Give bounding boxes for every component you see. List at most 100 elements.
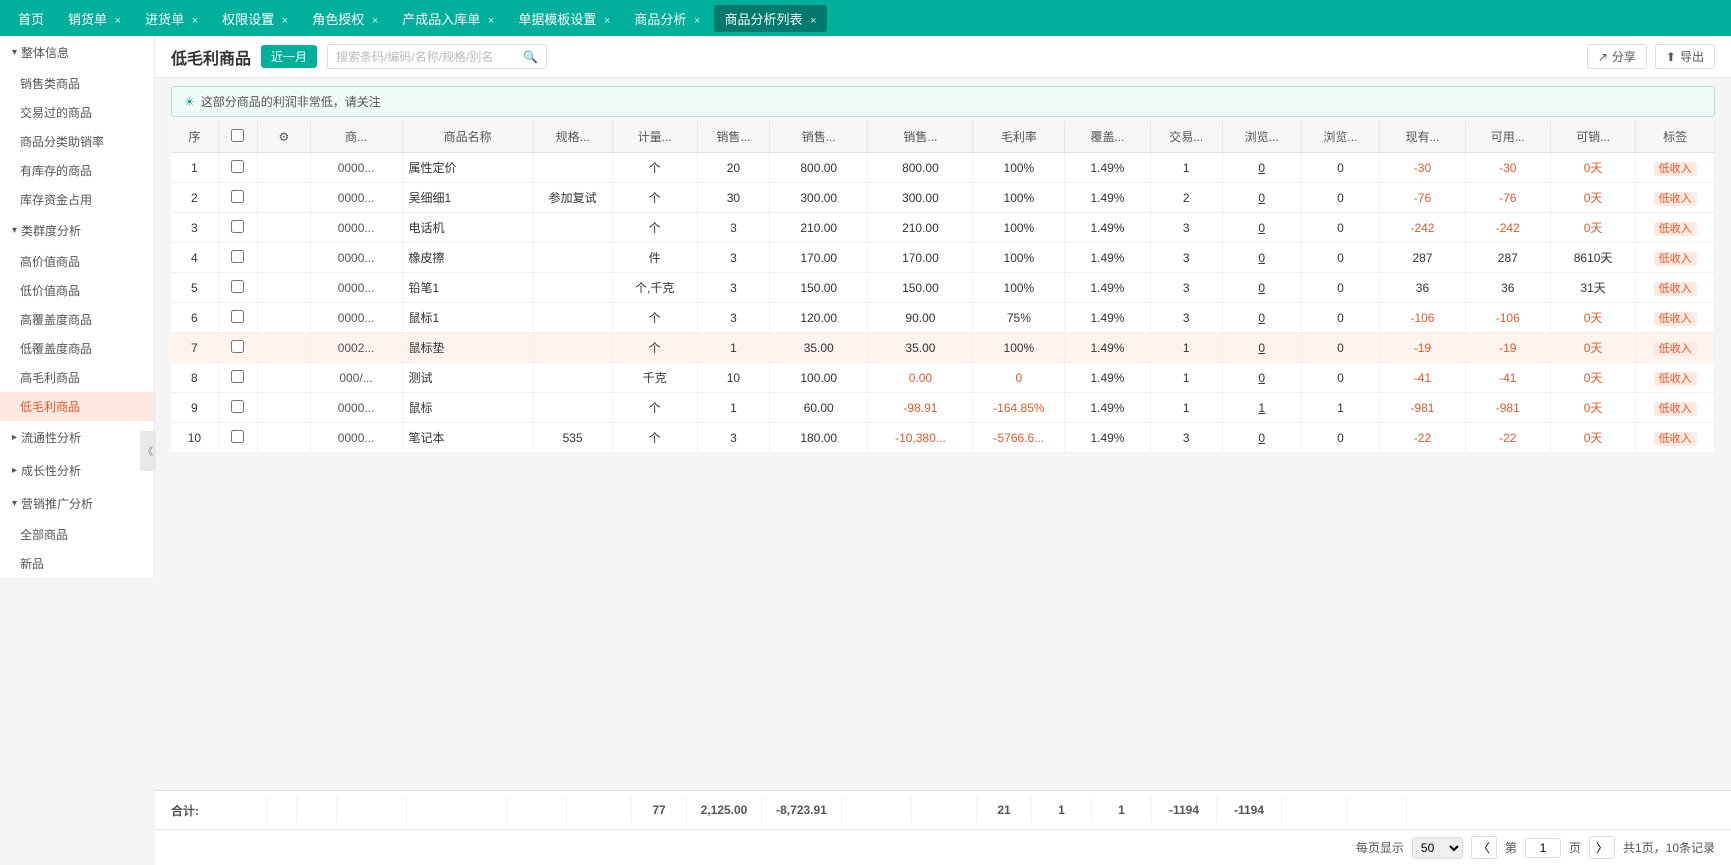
nav-roles-close[interactable]: ×: [372, 15, 378, 27]
col-header-unit[interactable]: 计量...: [612, 121, 697, 153]
page-number-input[interactable]: [1525, 838, 1561, 858]
sidebar-section-marketing[interactable]: ▾ 营销推广分析: [0, 487, 154, 520]
cell-check[interactable]: [218, 273, 257, 303]
nav-permissions-close[interactable]: ×: [282, 15, 288, 27]
nav-roles[interactable]: 角色授权 ×: [302, 5, 388, 32]
col-header-spec[interactable]: 规格...: [533, 121, 612, 153]
cell-browse1[interactable]: 0: [1222, 333, 1301, 363]
col-header-tag[interactable]: 标签: [1636, 121, 1715, 153]
export-button[interactable]: ⬆ 导出: [1655, 44, 1715, 69]
cell-browse1[interactable]: 0: [1222, 423, 1301, 453]
sidebar-section-growth[interactable]: ▸ 成长性分析: [0, 454, 154, 487]
sidebar-item-inventory-capital[interactable]: 库存资金占用: [0, 185, 154, 214]
col-header-browse2[interactable]: 浏览...: [1301, 121, 1380, 153]
sidebar-item-low-value[interactable]: 低价值商品: [0, 276, 154, 305]
col-header-check[interactable]: [218, 121, 257, 153]
nav-purchase-close[interactable]: ×: [192, 15, 198, 27]
col-header-gross[interactable]: 毛利率: [973, 121, 1065, 153]
cell-check[interactable]: [218, 213, 257, 243]
nav-analysis-close[interactable]: ×: [694, 15, 700, 27]
cell-unit: 个: [612, 183, 697, 213]
nav-home[interactable]: 首页: [8, 5, 54, 32]
sidebar-collapse-button[interactable]: 《: [140, 431, 156, 471]
cell-check[interactable]: [218, 393, 257, 423]
sidebar-item-traded-products[interactable]: 交易过的商品: [0, 98, 154, 127]
row-checkbox[interactable]: [231, 190, 244, 203]
cell-check[interactable]: [218, 303, 257, 333]
row-checkbox[interactable]: [231, 400, 244, 413]
sidebar-item-stocked[interactable]: 有库存的商品: [0, 156, 154, 185]
cell-check[interactable]: [218, 183, 257, 213]
row-checkbox[interactable]: [231, 250, 244, 263]
cell-check[interactable]: [218, 363, 257, 393]
select-all-checkbox[interactable]: [231, 129, 244, 142]
sidebar-section-liquidity[interactable]: ▸ 流通性分析: [0, 421, 154, 454]
sidebar-section-overall[interactable]: ▾ 整体信息: [0, 36, 154, 69]
sidebar-item-category-rate[interactable]: 商品分类助销率: [0, 127, 154, 156]
sidebar-item-low-coverage[interactable]: 低覆盖度商品: [0, 334, 154, 363]
sidebar-item-all-products[interactable]: 全部商品: [0, 520, 154, 549]
col-header-stock[interactable]: 现有...: [1380, 121, 1465, 153]
cell-browse1[interactable]: 0: [1222, 153, 1301, 183]
cell-browse1[interactable]: 0: [1222, 243, 1301, 273]
cell-check[interactable]: [218, 423, 257, 453]
cell-settings: [258, 333, 311, 363]
cell-check[interactable]: [218, 153, 257, 183]
col-header-sale-price[interactable]: 销售...: [770, 121, 868, 153]
row-checkbox[interactable]: [231, 220, 244, 233]
row-checkbox[interactable]: [231, 430, 244, 443]
col-header-sale-qty[interactable]: 销售...: [697, 121, 769, 153]
nav-permissions[interactable]: 权限设置 ×: [212, 5, 298, 32]
page-size-select[interactable]: 50 100 200: [1412, 837, 1463, 859]
row-checkbox[interactable]: [231, 310, 244, 323]
sidebar-item-high-coverage[interactable]: 高覆盖度商品: [0, 305, 154, 334]
sidebar-item-high-margin[interactable]: 高毛利商品: [0, 363, 154, 392]
cell-unit: 个: [612, 333, 697, 363]
cell-browse1[interactable]: 0: [1222, 363, 1301, 393]
row-checkbox[interactable]: [231, 340, 244, 353]
share-label: 分享: [1612, 48, 1636, 65]
cell-browse1[interactable]: 0: [1222, 183, 1301, 213]
page-next-button[interactable]: 〉: [1589, 836, 1615, 859]
col-header-sale-amt[interactable]: 销售...: [868, 121, 973, 153]
nav-product-analysis[interactable]: 商品分析 ×: [624, 5, 710, 32]
col-header-avail[interactable]: 可用...: [1465, 121, 1550, 153]
nav-analysis-list-close[interactable]: ×: [810, 15, 816, 27]
sidebar-item-high-value[interactable]: 高价值商品: [0, 247, 154, 276]
nav-analysis-list[interactable]: 商品分析列表 ×: [714, 5, 826, 32]
nav-sales[interactable]: 销货单 ×: [58, 5, 131, 32]
col-header-name[interactable]: 商品名称: [402, 121, 533, 153]
cell-browse1[interactable]: 1: [1222, 393, 1301, 423]
nav-purchase[interactable]: 进货单 ×: [135, 5, 208, 32]
row-checkbox[interactable]: [231, 370, 244, 383]
col-header-cover[interactable]: 覆盖...: [1065, 121, 1150, 153]
col-header-trade[interactable]: 交易...: [1150, 121, 1222, 153]
row-checkbox[interactable]: [231, 160, 244, 173]
nav-sales-close[interactable]: ×: [115, 15, 121, 27]
footer-cell-cover: [912, 797, 977, 823]
cell-check[interactable]: [218, 333, 257, 363]
search-box[interactable]: 搜索条码/编码/名称/规格/别名 🔍: [327, 44, 547, 69]
col-header-saleable[interactable]: 可销...: [1550, 121, 1635, 153]
cell-browse1[interactable]: 0: [1222, 273, 1301, 303]
cell-browse1[interactable]: 0: [1222, 303, 1301, 333]
cell-sale-price: 180.00: [770, 423, 868, 453]
sidebar-item-sales-products[interactable]: 销售类商品: [0, 69, 154, 98]
cell-check[interactable]: [218, 243, 257, 273]
sidebar-section-cluster[interactable]: ▾ 类群度分析: [0, 214, 154, 247]
nav-template-close[interactable]: ×: [604, 15, 610, 27]
period-button[interactable]: 近一月: [261, 45, 317, 68]
nav-products-close[interactable]: ×: [488, 15, 494, 27]
share-button[interactable]: ↗ 分享: [1587, 44, 1647, 69]
nav-template-settings[interactable]: 单据模板设置 ×: [508, 5, 620, 32]
cell-browse1[interactable]: 0: [1222, 213, 1301, 243]
sidebar-section-liquidity-label: 流通性分析: [21, 429, 81, 446]
page-prev-button[interactable]: 〈: [1471, 836, 1497, 859]
col-header-browse1[interactable]: 浏览...: [1222, 121, 1301, 153]
sidebar-item-low-margin[interactable]: 低毛利商品: [0, 392, 154, 421]
col-header-code[interactable]: 商...: [310, 121, 402, 153]
col-header-settings[interactable]: ⚙: [258, 121, 311, 153]
row-checkbox[interactable]: [231, 280, 244, 293]
sidebar-item-new-products[interactable]: 新品: [0, 549, 154, 578]
nav-products-in[interactable]: 产成品入库单 ×: [392, 5, 504, 32]
